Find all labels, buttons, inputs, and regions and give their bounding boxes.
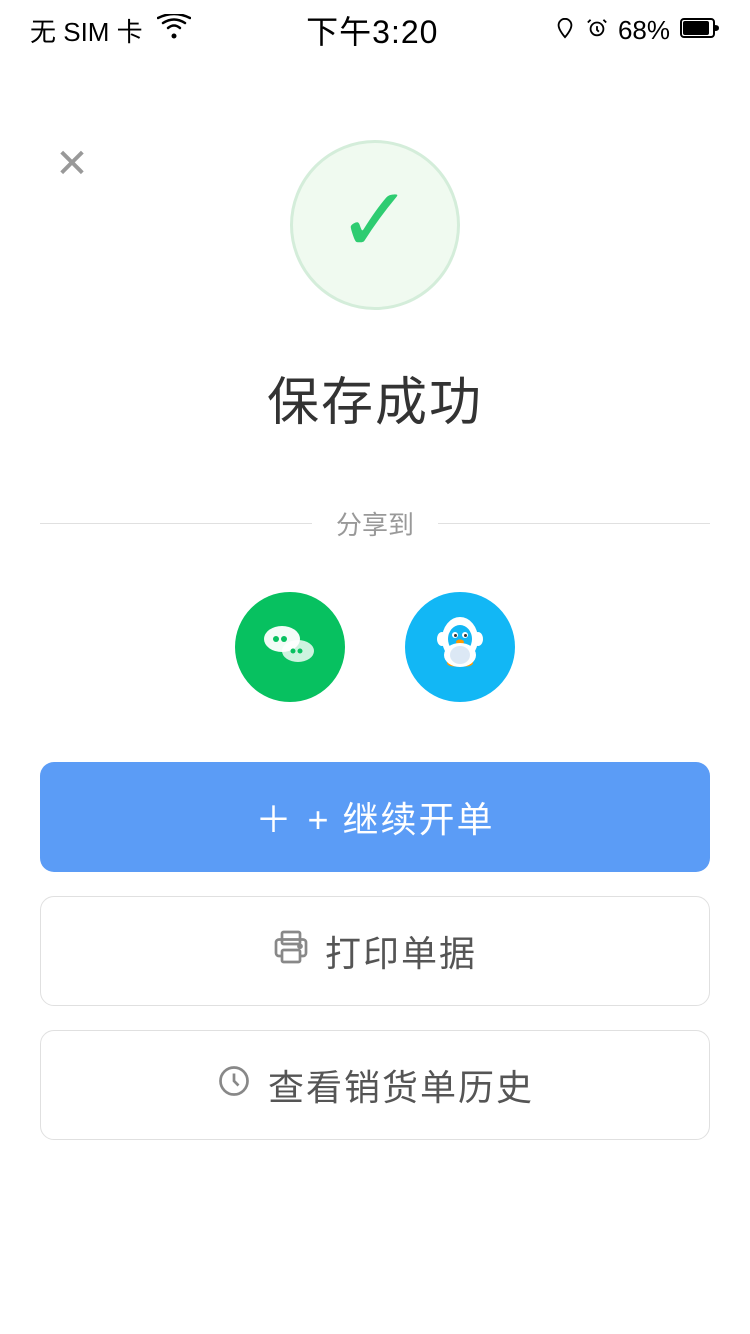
- history-icon: [216, 1063, 252, 1108]
- history-button-label: 查看销货单历史: [268, 1059, 534, 1111]
- print-button[interactable]: 打印单据: [40, 896, 710, 1006]
- share-qq-button[interactable]: [405, 592, 515, 702]
- action-buttons: ＋ + 继续开单 打印单据 查看销货单历: [0, 762, 750, 1140]
- plus-icon: ＋: [255, 791, 291, 843]
- main-content: ✕ ✓ 保存成功 分享到: [0, 60, 750, 1334]
- status-right: 68%: [554, 15, 720, 46]
- print-icon: [273, 929, 309, 974]
- share-wechat-button[interactable]: [235, 592, 345, 702]
- wifi-icon: [157, 14, 191, 47]
- no-sim-text: 无 SIM 卡: [30, 12, 143, 49]
- battery-icon: [680, 15, 720, 46]
- share-label: 分享到: [312, 505, 438, 542]
- history-button[interactable]: 查看销货单历史: [40, 1030, 710, 1140]
- print-button-label: 打印单据: [325, 925, 477, 977]
- wechat-icon: [258, 617, 322, 678]
- success-circle: ✓: [290, 140, 460, 310]
- continue-button-label: + 继续开单: [307, 791, 494, 843]
- alarm-icon: [586, 15, 608, 46]
- share-icons: [40, 592, 710, 702]
- status-left: 无 SIM 卡: [30, 12, 191, 49]
- continue-button[interactable]: ＋ + 继续开单: [40, 762, 710, 872]
- checkmark-icon: ✓: [337, 176, 412, 266]
- location-icon: [554, 15, 576, 46]
- status-bar: 无 SIM 卡 下午3:20 68%: [0, 0, 750, 60]
- share-divider: 分享到: [40, 505, 710, 542]
- battery-percent: 68%: [618, 15, 670, 46]
- share-section: 分享到: [0, 505, 750, 702]
- close-button[interactable]: ✕: [44, 136, 100, 192]
- close-icon: ✕: [55, 144, 89, 184]
- success-title: 保存成功: [267, 360, 483, 435]
- status-time: 下午3:20: [306, 7, 438, 53]
- qq-icon: [430, 611, 490, 684]
